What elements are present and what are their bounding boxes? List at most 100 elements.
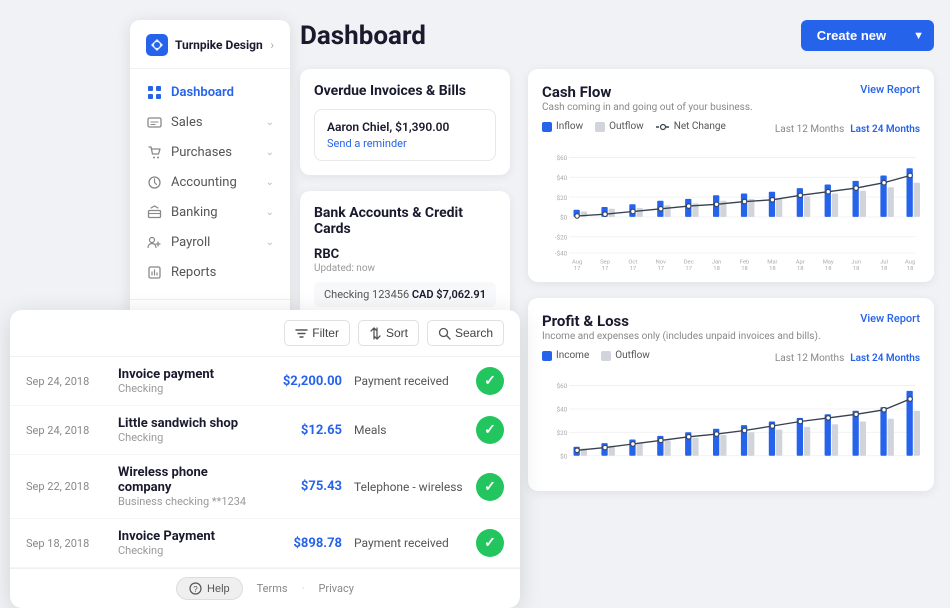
terms-link[interactable]: Terms (257, 582, 288, 595)
table-row[interactable]: Sep 24, 2018 Invoice payment Checking $2… (10, 357, 520, 406)
sidebar-logo[interactable]: Turnpike Design (146, 34, 263, 56)
create-new-dropdown-icon[interactable]: ▼ (903, 22, 934, 50)
purchases-icon (146, 144, 162, 160)
purchases-chevron-icon: ⌄ (266, 147, 274, 158)
cash-flow-legend: Inflow Outflow Net Change (542, 121, 726, 132)
filter-icon (295, 327, 308, 340)
profit-loss-last24-tab[interactable]: Last 24 Months (850, 353, 920, 364)
cash-flow-last24-tab[interactable]: Last 24 Months (850, 124, 920, 135)
txn-amount-1: $2,200.00 (262, 374, 342, 389)
svg-text:$40: $40 (557, 406, 568, 414)
txn-amount-4: $898.78 (262, 536, 342, 551)
sidebar-expand-icon[interactable]: › (270, 38, 274, 52)
txn-date-3: Sep 22, 2018 (26, 480, 106, 493)
txn-status-4: ✓ (476, 529, 504, 557)
sidebar-item-accounting[interactable]: Accounting ⌄ (130, 167, 290, 197)
profit-loss-legend: Income Outflow (542, 350, 650, 361)
invoice-item[interactable]: Aaron Chiel, $1,390.00 Send a reminder (314, 109, 496, 161)
svg-text:Mar: Mar (767, 260, 777, 266)
sidebar-nav: Dashboard Sales ⌄ Purchases ⌄ (130, 69, 290, 295)
overdue-invoices-card: Overdue Invoices & Bills Aaron Chiel, $1… (300, 69, 510, 175)
cash-flow-view-report[interactable]: View Report (860, 83, 920, 96)
payroll-icon (146, 234, 162, 250)
sidebar-item-banking[interactable]: Banking ⌄ (130, 197, 290, 227)
svg-text:18: 18 (853, 266, 860, 272)
sidebar-item-sales[interactable]: Sales ⌄ (130, 107, 290, 137)
legend-net-change: Net Change (656, 121, 726, 132)
privacy-link[interactable]: Privacy (318, 582, 354, 595)
filter-button[interactable]: Filter (284, 320, 350, 346)
accounting-icon (146, 174, 162, 190)
sidebar-item-reports-label: Reports (171, 265, 216, 280)
table-row[interactable]: Sep 22, 2018 Wireless phone company Busi… (10, 455, 520, 519)
send-reminder-link[interactable]: Send a reminder (327, 137, 483, 150)
txn-sub-1: Checking (118, 382, 250, 395)
svg-text:Aug: Aug (905, 260, 915, 266)
transactions-footer: ? Help Terms · Privacy (10, 568, 520, 608)
inflow-label: Inflow (556, 121, 583, 132)
cash-flow-subtitle: Cash coming in and going out of your bus… (542, 102, 753, 113)
sidebar-item-dashboard-label: Dashboard (171, 85, 234, 100)
svg-text:18: 18 (713, 266, 720, 272)
txn-date-2: Sep 24, 2018 (26, 424, 106, 437)
cash-flow-time-tabs: Last 12 Months Last 24 Months (775, 124, 920, 135)
svg-text:Oct: Oct (628, 260, 637, 266)
reports-icon (146, 264, 162, 280)
page-title: Dashboard (300, 21, 426, 51)
svg-text:17: 17 (685, 266, 692, 272)
sidebar-header: Turnpike Design › (130, 20, 290, 69)
main-header: Dashboard Create new ▼ (300, 20, 934, 51)
profit-loss-subtitle: Income and expenses only (includes unpai… (542, 331, 821, 342)
txn-date-1: Sep 24, 2018 (26, 375, 106, 388)
help-button[interactable]: ? Help (176, 577, 243, 600)
txn-title-3: Wireless phone company (118, 465, 250, 495)
txn-status-2: ✓ (476, 416, 504, 444)
svg-text:Aug: Aug (572, 260, 582, 266)
search-button[interactable]: Search (427, 320, 504, 346)
svg-text:Nov: Nov (656, 260, 666, 266)
svg-text:18: 18 (741, 266, 748, 272)
sort-icon (369, 327, 382, 340)
svg-text:-$20: -$20 (555, 233, 568, 241)
sidebar-item-dashboard[interactable]: Dashboard (130, 77, 290, 107)
txn-title-4: Invoice Payment (118, 529, 250, 544)
txn-category-4: Payment received (354, 536, 464, 550)
svg-text:18: 18 (825, 266, 832, 272)
bank-section-title: Bank Accounts & Credit Cards (314, 205, 496, 237)
profit-loss-last12-tab[interactable]: Last 12 Months (775, 353, 844, 364)
logo-icon (146, 34, 168, 56)
profit-loss-card: Profit & Loss Income and expenses only (… (528, 298, 934, 491)
sidebar-item-payroll[interactable]: Payroll ⌄ (130, 227, 290, 257)
cash-flow-last12-tab[interactable]: Last 12 Months (775, 124, 844, 135)
table-row[interactable]: Sep 24, 2018 Little sandwich shop Checki… (10, 406, 520, 455)
create-new-label: Create new (801, 20, 902, 51)
sidebar-item-payroll-label: Payroll (171, 235, 210, 250)
create-new-button[interactable]: Create new ▼ (801, 20, 934, 51)
txn-amount-3: $75.43 (262, 479, 342, 494)
sales-chevron-icon: ⌄ (266, 117, 274, 128)
payroll-chevron-icon: ⌄ (266, 237, 274, 248)
profit-loss-title: Profit & Loss (542, 312, 821, 330)
income-label: Income (556, 350, 589, 361)
bank-account-row[interactable]: Checking 123456 CAD $7,062.91 (314, 282, 496, 307)
svg-text:?: ? (193, 585, 198, 594)
sidebar-item-reports[interactable]: Reports (130, 257, 290, 287)
svg-text:Jan: Jan (712, 260, 722, 266)
transactions-panel: Filter Sort Search Sep 24, 2018 Invoice … (10, 310, 520, 608)
sidebar-item-purchases[interactable]: Purchases ⌄ (130, 137, 290, 167)
svg-text:18: 18 (907, 266, 914, 272)
sort-label: Sort (386, 326, 408, 340)
sort-button[interactable]: Sort (358, 320, 419, 346)
cash-flow-chart: $60 $40 $20 $0 -$20 -$40 (542, 142, 920, 272)
svg-text:17: 17 (630, 266, 637, 272)
txn-amount-2: $12.65 (262, 423, 342, 438)
table-row[interactable]: Sep 18, 2018 Invoice Payment Checking $8… (10, 519, 520, 568)
profit-loss-view-report[interactable]: View Report (860, 312, 920, 325)
svg-text:Sep: Sep (600, 260, 611, 266)
profit-loss-header: Profit & Loss Income and expenses only (… (542, 312, 920, 342)
legend-inflow: Inflow (542, 121, 583, 132)
bank-account-number: Checking 123456 (324, 288, 409, 301)
check-icon-2: ✓ (484, 422, 496, 438)
sales-icon (146, 114, 162, 130)
svg-text:-$40: -$40 (555, 250, 568, 258)
